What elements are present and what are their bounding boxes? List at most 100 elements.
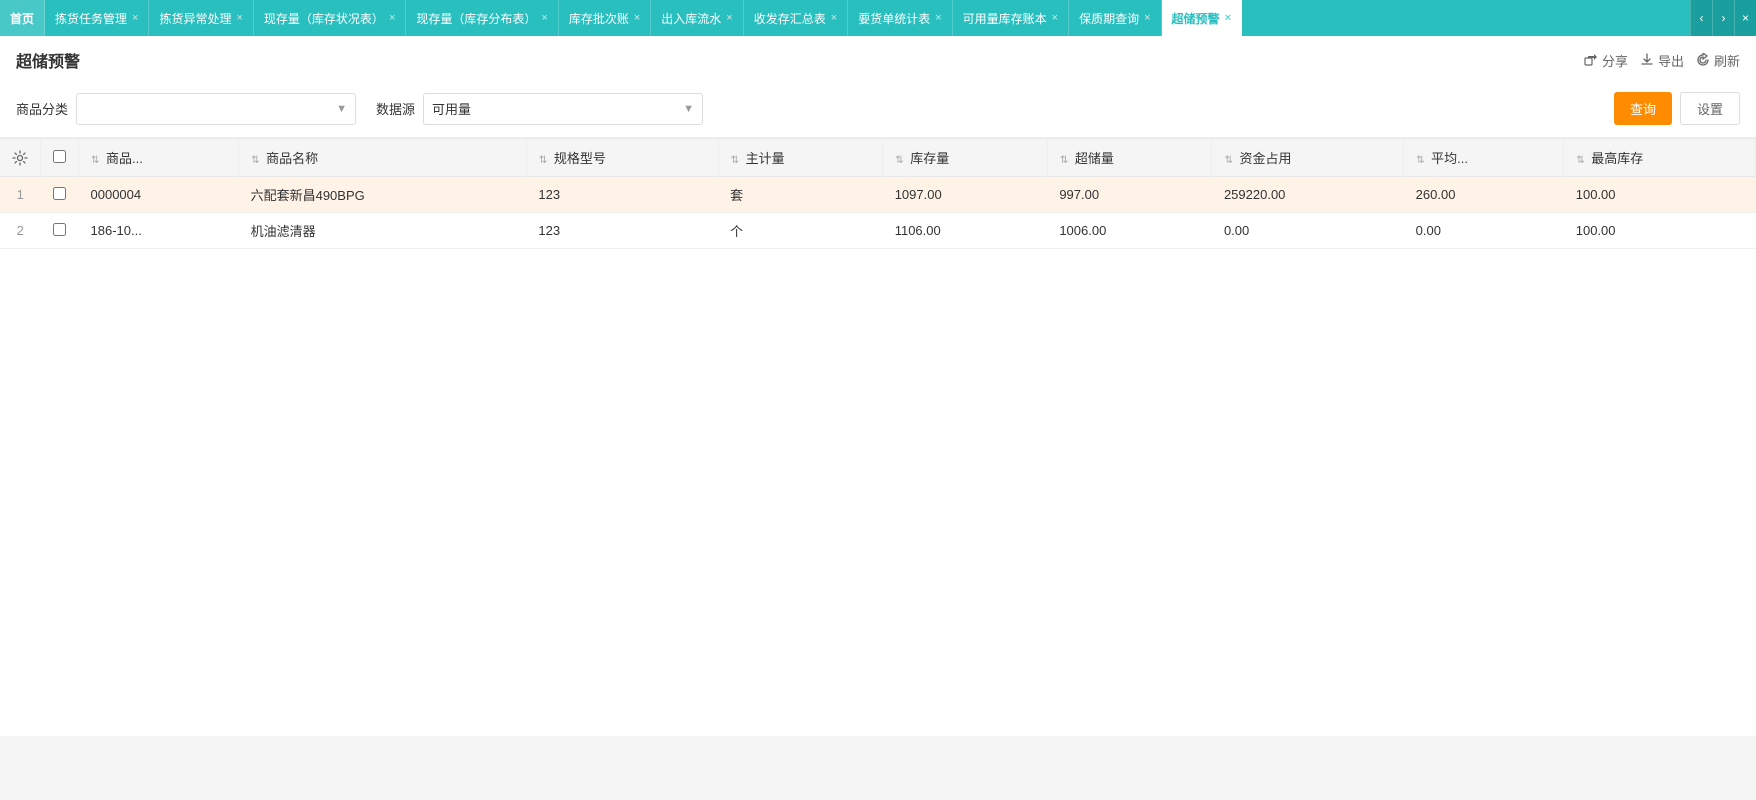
nav-next-arrow[interactable]: › — [1712, 0, 1734, 36]
tab-label: 收发存汇总表 — [754, 10, 826, 27]
table-header-row: ⇅ 商品... ⇅ 商品名称 ⇅ 规格型号 ⇅ 主计量 — [0, 139, 1756, 177]
tab-库存批次账[interactable]: 库存批次账 × — [559, 0, 651, 36]
nav-prev-arrow[interactable]: ‹ — [1690, 0, 1712, 36]
th-avg[interactable]: ⇅ 平均... — [1404, 139, 1564, 177]
sort-icon: ⇅ — [539, 155, 547, 166]
product-code: 186-10... — [79, 213, 239, 249]
sort-icon: ⇅ — [1060, 155, 1068, 166]
page-header: 超储预警 分享 导出 刷新 — [0, 36, 1756, 80]
tab-close-icon[interactable]: × — [935, 12, 941, 24]
table-container: ⇅ 商品... ⇅ 商品名称 ⇅ 规格型号 ⇅ 主计量 — [0, 138, 1756, 249]
th-checkbox[interactable] — [41, 139, 79, 177]
tab-现存量库存状况表[interactable]: 现存量（库存状况表） × — [254, 0, 406, 36]
th-settings[interactable] — [0, 139, 41, 177]
max-stock: 100.00 — [1564, 177, 1756, 213]
tab-label: 保质期查询 — [1079, 10, 1139, 27]
th-max-stock[interactable]: ⇅ 最高库存 — [1564, 139, 1756, 177]
row-checkbox-cell[interactable] — [41, 213, 79, 249]
capital-occupied: 0.00 — [1212, 213, 1404, 249]
data-source-filter: 数据源 可用量 ▼ — [376, 93, 703, 125]
tab-close-icon[interactable]: × — [831, 12, 837, 24]
nav-home[interactable]: 首页 — [0, 0, 45, 36]
row-checkbox[interactable] — [53, 187, 66, 200]
tab-close-icon[interactable]: × — [541, 12, 547, 24]
product-name: 机油滤清器 — [239, 213, 527, 249]
main-content: 超储预警 分享 导出 刷新 — [0, 36, 1756, 736]
th-product-code[interactable]: ⇅ 商品... — [79, 139, 239, 177]
tab-label: 出入库流水 — [661, 10, 721, 27]
data-table: ⇅ 商品... ⇅ 商品名称 ⇅ 规格型号 ⇅ 主计量 — [0, 138, 1756, 249]
nav-close-arrow[interactable]: × — [1734, 0, 1756, 36]
select-all-checkbox[interactable] — [53, 150, 66, 163]
overflow: 1006.00 — [1047, 213, 1212, 249]
refresh-button[interactable]: 刷新 — [1696, 51, 1740, 70]
sort-icon: ⇅ — [1416, 155, 1424, 166]
row-checkbox[interactable] — [53, 223, 66, 236]
sort-icon: ⇅ — [895, 155, 903, 166]
product-category-label: 商品分类 — [16, 99, 68, 118]
th-overflow[interactable]: ⇅ 超储量 — [1047, 139, 1212, 177]
table-row: 1 0000004 六配套新昌490BPG 123 套 1097.00 997.… — [0, 177, 1756, 213]
tab-拣货任务管理[interactable]: 拣货任务管理 × — [45, 0, 149, 36]
tab-close-icon[interactable]: × — [634, 12, 640, 24]
tab-close-icon[interactable]: × — [236, 12, 242, 24]
tab-close-icon[interactable]: × — [389, 12, 395, 24]
export-button[interactable]: 导出 — [1640, 51, 1684, 70]
row-num: 2 — [0, 213, 41, 249]
avg: 260.00 — [1404, 177, 1564, 213]
overflow: 997.00 — [1047, 177, 1212, 213]
product-category-select[interactable]: ▼ — [76, 93, 356, 125]
tab-超储预警[interactable]: 超储预警 × — [1162, 0, 1242, 36]
tab-label: 拣货异常处理 — [159, 10, 231, 27]
tab-close-icon[interactable]: × — [1052, 12, 1058, 24]
tab-label: 可用量库存账本 — [963, 10, 1047, 27]
tab-label: 超储预警 — [1172, 10, 1220, 27]
tab-close-icon[interactable]: × — [1144, 12, 1150, 24]
refresh-label: 刷新 — [1714, 51, 1740, 70]
unit: 个 — [718, 213, 883, 249]
nav-home-label: 首页 — [10, 10, 34, 27]
export-icon — [1640, 53, 1654, 67]
share-icon — [1584, 53, 1598, 67]
refresh-icon — [1696, 53, 1710, 67]
tab-close-icon[interactable]: × — [132, 12, 138, 24]
tab-现存量库存分布表[interactable]: 现存量（库存分布表） × — [406, 0, 558, 36]
query-button[interactable]: 查询 — [1614, 92, 1672, 125]
tab-保质期查询[interactable]: 保质期查询 × — [1069, 0, 1161, 36]
th-product-name[interactable]: ⇅ 商品名称 — [239, 139, 527, 177]
capital-occupied: 259220.00 — [1212, 177, 1404, 213]
unit: 套 — [718, 177, 883, 213]
avg: 0.00 — [1404, 213, 1564, 249]
stock: 1097.00 — [883, 177, 1048, 213]
tab-拣货异常处理[interactable]: 拣货异常处理 × — [149, 0, 253, 36]
tab-label: 现存量（库存分布表） — [416, 10, 536, 27]
spec: 123 — [526, 177, 718, 213]
th-capital[interactable]: ⇅ 资金占用 — [1212, 139, 1404, 177]
tab-label: 现存量（库存状况表） — [264, 10, 384, 27]
tab-出入库流水[interactable]: 出入库流水 × — [651, 0, 743, 36]
row-num: 1 — [0, 177, 41, 213]
share-label: 分享 — [1602, 51, 1628, 70]
product-category-filter: 商品分类 ▼ — [16, 93, 356, 125]
tab-close-icon[interactable]: × — [726, 12, 732, 24]
tab-label: 库存批次账 — [569, 10, 629, 27]
data-source-value: 可用量 — [432, 99, 471, 118]
tab-要货单统计表[interactable]: 要货单统计表 × — [848, 0, 952, 36]
data-source-select[interactable]: 可用量 ▼ — [423, 93, 703, 125]
spec: 123 — [526, 213, 718, 249]
sort-icon: ⇅ — [91, 155, 99, 166]
tab-可用量库存账本[interactable]: 可用量库存账本 × — [953, 0, 1069, 36]
settings-button[interactable]: 设置 — [1680, 92, 1740, 125]
share-button[interactable]: 分享 — [1584, 51, 1628, 70]
sort-icon: ⇅ — [1576, 155, 1584, 166]
tab-收发存汇总表[interactable]: 收发存汇总表 × — [744, 0, 848, 36]
product-code: 0000004 — [79, 177, 239, 213]
th-unit[interactable]: ⇅ 主计量 — [718, 139, 883, 177]
data-source-label: 数据源 — [376, 99, 415, 118]
max-stock: 100.00 — [1564, 213, 1756, 249]
row-checkbox-cell[interactable] — [41, 177, 79, 213]
th-spec[interactable]: ⇅ 规格型号 — [526, 139, 718, 177]
tab-close-icon[interactable]: × — [1225, 12, 1231, 24]
th-stock[interactable]: ⇅ 库存量 — [883, 139, 1048, 177]
chevron-down-icon: ▼ — [683, 103, 694, 115]
